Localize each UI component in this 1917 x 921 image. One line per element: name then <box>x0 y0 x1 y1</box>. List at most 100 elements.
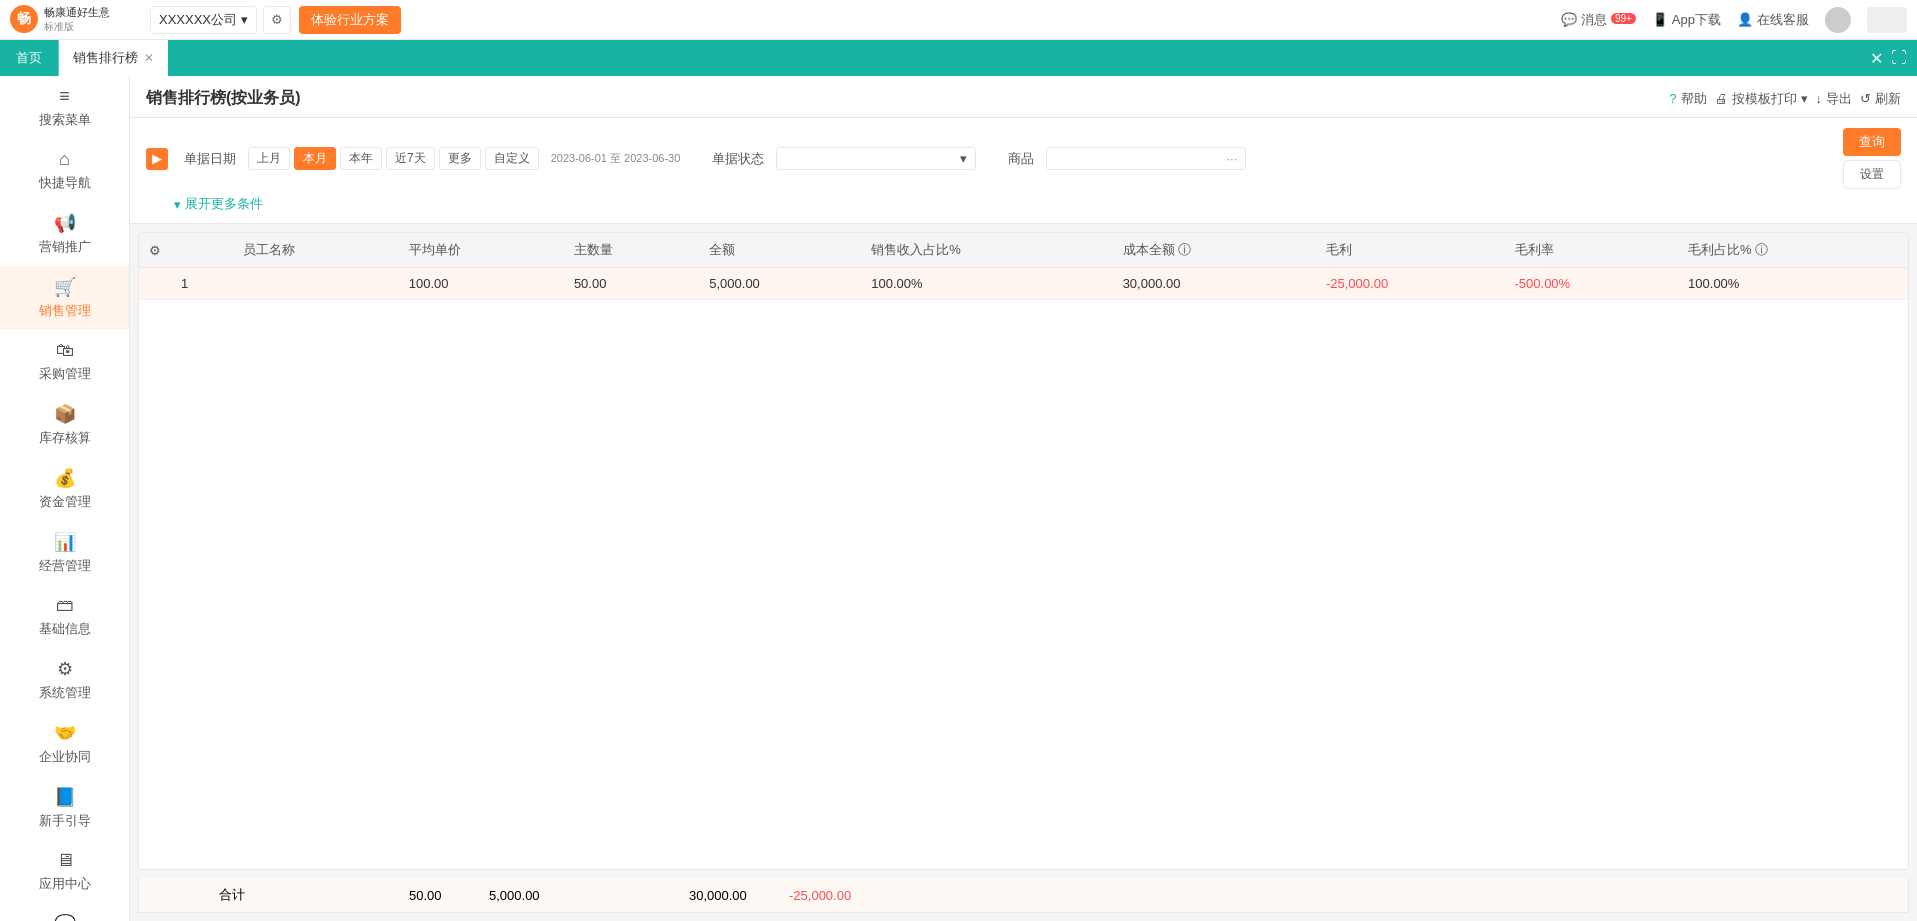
expand-conditions-btn[interactable]: ▾ 展开更多条件 <box>174 195 1901 213</box>
sidebar-item-shortcut[interactable]: ⌂快捷导航 <box>0 139 129 202</box>
td-avg-price: 100.00 <box>399 268 564 300</box>
gear-button[interactable]: ⚙ <box>263 6 291 34</box>
date-btn-more[interactable]: 更多 <box>439 147 481 170</box>
sidebar-item-marketing[interactable]: 📢营销推广 <box>0 202 129 266</box>
filter-actions: 查询 设置 <box>1843 128 1901 189</box>
help-button[interactable]: ? 帮助 <box>1669 90 1706 108</box>
refresh-button[interactable]: ↺ 刷新 <box>1860 90 1901 108</box>
trial-button[interactable]: 体验行业方案 <box>299 6 401 34</box>
sidebar-label-search: 搜索菜单 <box>39 111 91 129</box>
sidebar-icon-apps: 🖥 <box>56 850 74 871</box>
sidebar-label-shortcut: 快捷导航 <box>39 174 91 192</box>
sidebar-item-sales[interactable]: 🛒 销售管理 <box>0 266 129 330</box>
print-button[interactable]: 🖨 按模板打印 ▾ <box>1715 90 1808 108</box>
table-footer: 合计 50.00 5,000.00 30,000.00 -25,000.00 <box>138 878 1909 913</box>
sidebar-label-corp: 企业协同 <box>39 748 91 766</box>
sidebar-label-apps: 应用中心 <box>39 875 91 893</box>
expand-icon[interactable]: ⛶ <box>1891 49 1907 68</box>
th-name: 员工名称 <box>233 233 398 268</box>
company-selector[interactable]: XXXXXX公司 ▾ <box>150 6 257 34</box>
th-avg-price: 平均单价 <box>399 233 564 268</box>
date-btn-current-month[interactable]: 本月 <box>294 147 336 170</box>
top-bar: 畅 畅康通好生意 标准版 XXXXXX公司 ▾ ⚙ 体验行业方案 💬 消息 99… <box>0 0 1917 40</box>
footer-gross: -25,000.00 <box>779 888 879 903</box>
online-service-item[interactable]: 👤 在线客服 <box>1737 11 1809 29</box>
td-name <box>233 268 398 300</box>
sidebar-label-finance: 资金管理 <box>39 493 91 511</box>
avatar[interactable] <box>1825 7 1851 33</box>
sidebar-item-wechat[interactable]: 💬企业微信 <box>0 903 129 921</box>
sidebar-label-inventory: 库存核算 <box>39 429 91 447</box>
date-btn-this-year[interactable]: 本年 <box>340 147 382 170</box>
service-icon: 👤 <box>1737 12 1753 27</box>
tab-close-icon[interactable]: ✕ <box>144 51 154 65</box>
sidebar-item-corp[interactable]: 🤝企业协同 <box>0 712 129 776</box>
tab-home[interactable]: 首页 <box>0 40 59 76</box>
sidebar-icon-finance: 💰 <box>54 467 76 489</box>
filter-row-1: ▶ 单据日期 上月 本月 本年 近7天 更多 自定义 2023-06-01 至 … <box>146 128 1901 189</box>
sidebar-label-sales: 销售管理 <box>39 302 91 320</box>
td-amount: 5,000.00 <box>699 268 861 300</box>
tab-sales-ranking[interactable]: 销售排行榜 ✕ <box>59 40 168 76</box>
sidebar-icon-base: 🗃 <box>56 595 74 616</box>
sidebar-item-finance[interactable]: 💰 资金管理 <box>0 457 129 521</box>
th-gross: 毛利 <box>1316 233 1505 268</box>
sidebar-item-base[interactable]: 🗃基础信息 <box>0 585 129 648</box>
tab-bar-right: ✕ ⛶ <box>1870 49 1917 68</box>
filter-expand-toggle[interactable]: ▶ <box>146 148 168 170</box>
data-table: ⚙ 员工名称 平均单价 主数量 全额 销售收入占比% 成本全额 ⓘ 毛利 毛利率… <box>139 233 1908 300</box>
td-settings <box>139 268 171 300</box>
settings-button[interactable]: 设置 <box>1843 160 1901 189</box>
th-cost: 成本全额 ⓘ <box>1113 233 1316 268</box>
expand-row: ▾ 展开更多条件 <box>146 195 1901 213</box>
date-label: 单据日期 <box>184 150 236 168</box>
export-button[interactable]: ↓ 导出 <box>1816 90 1853 108</box>
td-cost: 30,000.00 <box>1113 268 1316 300</box>
th-sales-pct: 销售收入占比% <box>861 233 1112 268</box>
sidebar-item-apps[interactable]: 🖥 应用中心 <box>0 840 129 903</box>
td-qty: 50.00 <box>564 268 699 300</box>
sidebar-label-operations: 经营管理 <box>39 557 91 575</box>
status-select[interactable]: ▾ <box>776 147 976 170</box>
sidebar-icon-search: ≡ <box>59 86 70 107</box>
footer-label: 合计 <box>209 886 309 904</box>
sidebar-item-inventory[interactable]: 📦库存核算 <box>0 393 129 457</box>
sidebar-icon-purchase: 🛍 <box>56 340 74 361</box>
app-download-item[interactable]: 📱 App下载 <box>1652 11 1721 29</box>
td-gross: -25,000.00 <box>1316 268 1505 300</box>
th-qty: 主数量 <box>564 233 699 268</box>
td-gross-rate: -500.00% <box>1505 268 1679 300</box>
date-btn-7days[interactable]: 近7天 <box>386 147 435 170</box>
sidebar-item-system[interactable]: ⚙系统管理 <box>0 648 129 712</box>
footer-cost: 30,000.00 <box>679 888 779 903</box>
goods-input[interactable]: ··· <box>1046 147 1246 170</box>
message-badge: 99+ <box>1611 13 1636 24</box>
tab-bar: 首页 销售排行榜 ✕ ✕ ⛶ <box>0 40 1917 76</box>
sidebar: ≡ 搜索菜单 ⌂快捷导航📢营销推广 🛒 销售管理 🛍 采购管理 📦库存核算 💰 资金管理 📊经营管理… <box>0 76 130 921</box>
tab-active-label: 销售排行榜 <box>73 49 138 67</box>
sidebar-item-search[interactable]: ≡ 搜索菜单 <box>0 76 129 139</box>
message-item[interactable]: 💬 消息 99+ <box>1561 11 1636 29</box>
footer-qty: 50.00 <box>399 888 479 903</box>
logo-area: 畅 畅康通好生意 标准版 <box>10 5 140 33</box>
print-chevron-icon: ▾ <box>1801 91 1808 106</box>
sidebar-icon-sales: 🛒 <box>54 276 76 298</box>
sidebar-label-marketing: 营销推广 <box>39 238 91 256</box>
date-btn-custom[interactable]: 自定义 <box>485 147 539 170</box>
sidebar-icon-guide: 📘 <box>54 786 76 808</box>
chevron-down-icon: ▾ <box>241 12 248 27</box>
sidebar-item-guide[interactable]: 📘新手引导 <box>0 776 129 840</box>
page-actions: ? 帮助 🖨 按模板打印 ▾ ↓ 导出 ↺ 刷新 <box>1669 90 1901 108</box>
sidebar-label-purchase: 采购管理 <box>39 365 91 383</box>
footer-amount: 5,000.00 <box>479 888 569 903</box>
company-name: XXXXXX公司 <box>159 11 237 29</box>
sidebar-item-operations[interactable]: 📊经营管理 <box>0 521 129 585</box>
query-button[interactable]: 查询 <box>1843 128 1901 156</box>
sidebar-item-purchase[interactable]: 🛍 采购管理 <box>0 330 129 393</box>
close-window-icon[interactable]: ✕ <box>1870 49 1883 68</box>
th-settings: ⚙ <box>139 233 171 268</box>
date-btn-prev-month[interactable]: 上月 <box>248 147 290 170</box>
td-rank: 1 <box>171 268 233 300</box>
td-gross-pct: 100.00% <box>1678 268 1908 300</box>
goods-more-icon: ··· <box>1227 151 1238 166</box>
